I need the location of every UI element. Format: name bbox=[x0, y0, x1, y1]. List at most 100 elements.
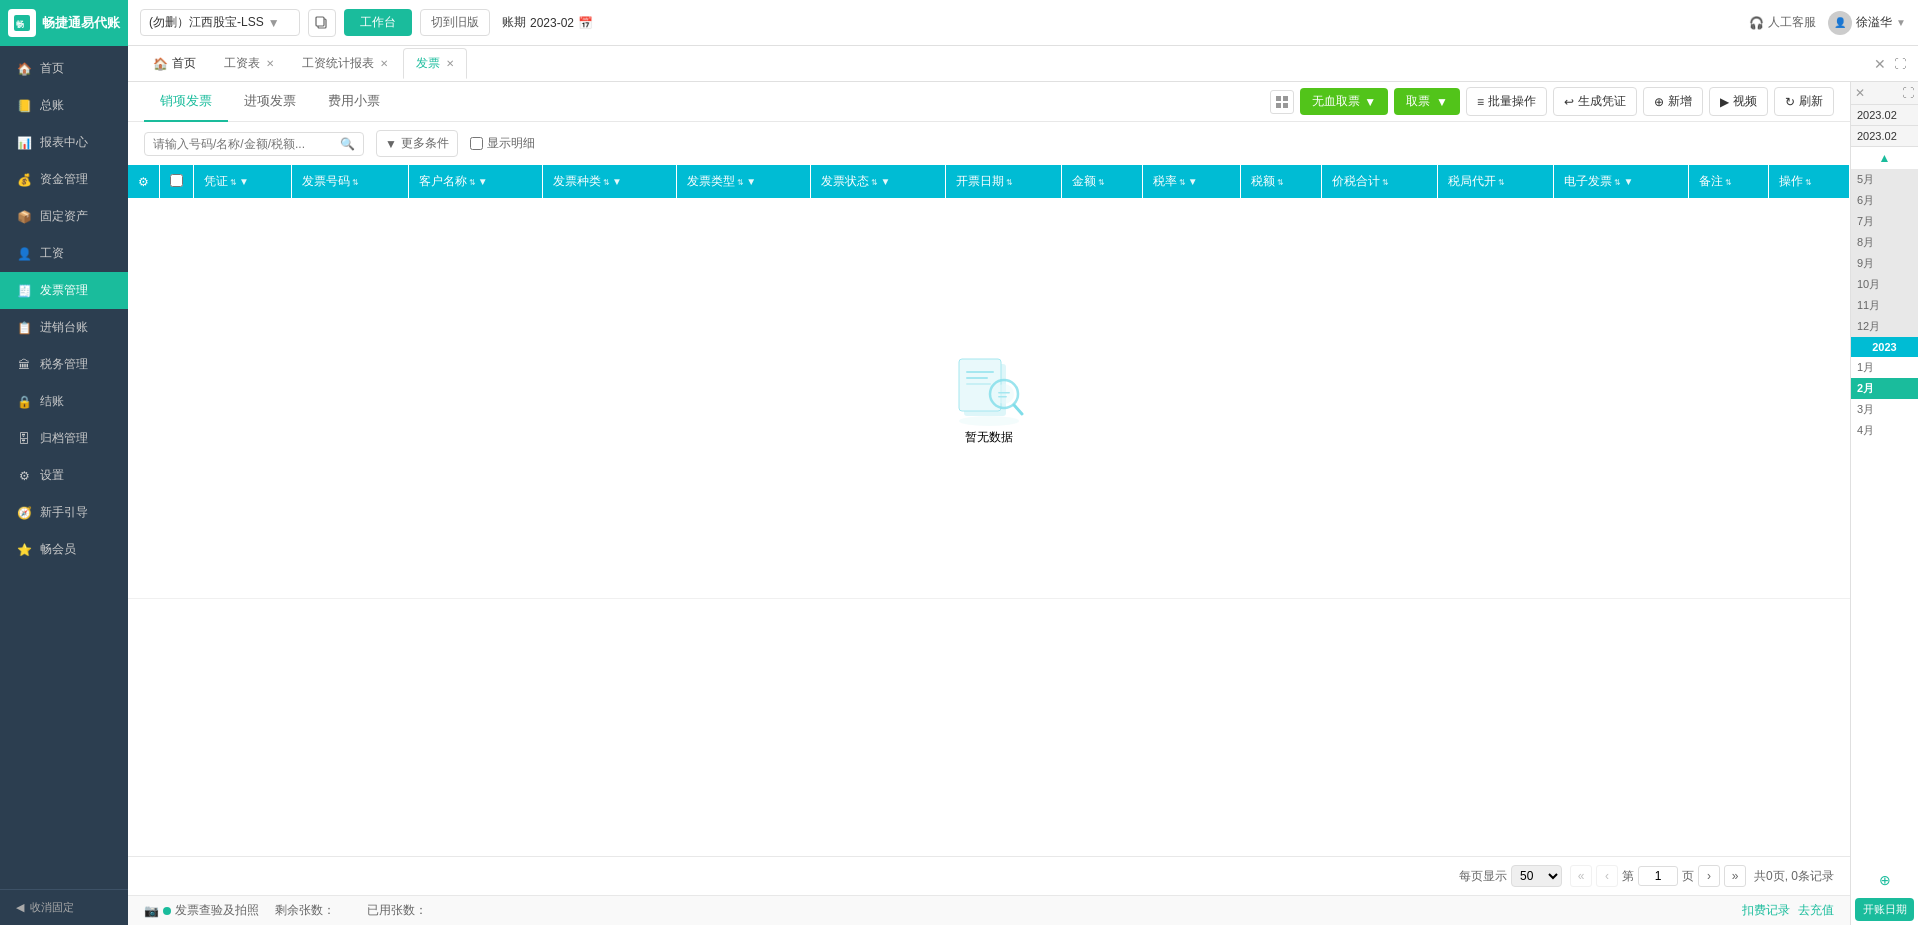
gen-voucher-button[interactable]: ↩ 生成凭证 bbox=[1553, 87, 1637, 116]
sort-icon[interactable]: ⇅ bbox=[1725, 178, 1732, 187]
copy-button[interactable] bbox=[308, 9, 336, 37]
close-tab-icon[interactable]: ✕ bbox=[380, 58, 388, 69]
open-period-button[interactable]: 开账日期 bbox=[1855, 898, 1914, 921]
search-icon[interactable]: 🔍 bbox=[340, 137, 355, 151]
filter-icon[interactable]: ▼ bbox=[746, 176, 756, 187]
tab-salary-stats[interactable]: 工资统计报表 ✕ bbox=[289, 48, 401, 79]
sort-icon[interactable]: ⇅ bbox=[871, 178, 878, 187]
new-button[interactable]: ⊕ 新增 bbox=[1643, 87, 1703, 116]
per-page-select[interactable]: 50 20 100 bbox=[1511, 865, 1562, 887]
sidebar-item-salary[interactable]: 👤 工资 bbox=[0, 235, 128, 272]
company-selector[interactable]: (勿删）江西股宝-LSS ▼ bbox=[140, 9, 300, 36]
sub-tab-purchase[interactable]: 进项发票 bbox=[228, 82, 312, 122]
sort-icon[interactable]: ⇅ bbox=[469, 178, 476, 187]
filter-button[interactable]: ▼ 更多条件 bbox=[376, 130, 458, 157]
old-version-button[interactable]: 切到旧版 bbox=[420, 9, 490, 36]
month-12[interactable]: 12月 bbox=[1851, 316, 1918, 337]
month-9[interactable]: 9月 bbox=[1851, 253, 1918, 274]
show-detail-checkbox[interactable] bbox=[470, 137, 483, 150]
month-6[interactable]: 6月 bbox=[1851, 190, 1918, 211]
sidebar-item-archive[interactable]: 🗄 归档管理 bbox=[0, 420, 128, 457]
sidebar-item-sales-ledger[interactable]: 📋 进销台账 bbox=[0, 309, 128, 346]
page-input[interactable] bbox=[1638, 866, 1678, 886]
batch-op-button[interactable]: ≡ 批量操作 bbox=[1466, 87, 1547, 116]
prev-page-button[interactable]: ‹ bbox=[1596, 865, 1618, 887]
col-settings[interactable]: ⚙ bbox=[128, 165, 160, 198]
sort-icon[interactable]: ⇅ bbox=[352, 178, 359, 187]
expand-icon[interactable]: ⛶ bbox=[1894, 57, 1906, 71]
sidebar-item-member[interactable]: ⭐ 畅会员 bbox=[0, 531, 128, 568]
calendar-icon[interactable]: 📅 bbox=[578, 16, 593, 30]
month-8[interactable]: 8月 bbox=[1851, 232, 1918, 253]
sort-icon[interactable]: ⇅ bbox=[1805, 178, 1812, 187]
sidebar-item-home[interactable]: 🏠 首页 bbox=[0, 50, 128, 87]
sidebar-item-closing[interactable]: 🔒 结账 bbox=[0, 383, 128, 420]
show-detail-toggle[interactable]: 显示明细 bbox=[470, 135, 535, 152]
filter-icon[interactable]: ▼ bbox=[1188, 176, 1198, 187]
filter-icon[interactable]: ▼ bbox=[880, 176, 890, 187]
close-all-icon[interactable]: ✕ bbox=[1874, 56, 1886, 72]
sort-icon[interactable]: ⇅ bbox=[1098, 178, 1105, 187]
sort-icon[interactable]: ⇅ bbox=[1614, 178, 1621, 187]
sort-icon[interactable]: ⇅ bbox=[1382, 178, 1389, 187]
month-2023-4[interactable]: 4月 bbox=[1851, 420, 1918, 441]
sort-icon[interactable]: ⇅ bbox=[603, 178, 610, 187]
sort-icon[interactable]: ⇅ bbox=[1006, 178, 1013, 187]
month-2023-2[interactable]: 2月 bbox=[1851, 378, 1918, 399]
sidebar-item-invoice-mgmt[interactable]: 🧾 发票管理 bbox=[0, 272, 128, 309]
refresh-button[interactable]: ↻ 刷新 bbox=[1774, 87, 1834, 116]
sidebar-item-ledger[interactable]: 📒 总账 bbox=[0, 87, 128, 124]
month-2023-3[interactable]: 3月 bbox=[1851, 399, 1918, 420]
search-field[interactable]: 🔍 bbox=[144, 132, 364, 156]
take-button[interactable]: 取票 ▼ bbox=[1394, 88, 1460, 115]
last-page-button[interactable]: » bbox=[1724, 865, 1746, 887]
close-tab-icon[interactable]: ✕ bbox=[266, 58, 274, 69]
first-page-button[interactable]: « bbox=[1570, 865, 1592, 887]
filter-icon[interactable]: ▼ bbox=[612, 176, 622, 187]
sort-icon[interactable]: ⇅ bbox=[1277, 178, 1284, 187]
sidebar-item-assets[interactable]: 📦 固定资产 bbox=[0, 198, 128, 235]
sort-icon[interactable]: ⇅ bbox=[737, 178, 744, 187]
month-5[interactable]: 5月 bbox=[1851, 169, 1918, 190]
sort-icon[interactable]: ⇅ bbox=[230, 178, 237, 187]
recharge-link[interactable]: 去充值 bbox=[1798, 902, 1834, 919]
close-tab-icon[interactable]: ✕ bbox=[446, 58, 454, 69]
date-panel-close-icon[interactable]: ✕ bbox=[1855, 86, 1865, 100]
search-input[interactable] bbox=[153, 137, 336, 151]
select-all-checkbox[interactable] bbox=[170, 174, 183, 187]
month-2023-1[interactable]: 1月 bbox=[1851, 357, 1918, 378]
sidebar-item-settings[interactable]: ⚙ 设置 bbox=[0, 457, 128, 494]
tab-invoice[interactable]: 发票 ✕ bbox=[403, 48, 467, 79]
filter-icon[interactable]: ▼ bbox=[1623, 176, 1633, 187]
video-button[interactable]: ▶ 视频 bbox=[1709, 87, 1768, 116]
date-scroll-down-btn[interactable]: ⊕ bbox=[1851, 866, 1918, 894]
sidebar-item-guide[interactable]: 🧭 新手引导 bbox=[0, 494, 128, 531]
filter-icon[interactable]: ▼ bbox=[239, 176, 249, 187]
sidebar-item-tax[interactable]: 🏛 税务管理 bbox=[0, 346, 128, 383]
tab-home[interactable]: 🏠 首页 bbox=[140, 48, 209, 79]
date-recent-1[interactable]: 2023.02 bbox=[1851, 105, 1918, 126]
sub-tab-sales[interactable]: 销项发票 bbox=[144, 82, 228, 122]
sub-tab-expense[interactable]: 费用小票 bbox=[312, 82, 396, 122]
date-recent-2[interactable]: 2023.02 bbox=[1851, 126, 1918, 147]
user-service-btn[interactable]: 🎧 人工客服 bbox=[1749, 14, 1816, 31]
filter-icon[interactable]: ▼ bbox=[478, 176, 488, 187]
sort-icon[interactable]: ⇅ bbox=[1498, 178, 1505, 187]
sidebar-item-reports[interactable]: 📊 报表中心 bbox=[0, 124, 128, 161]
month-10[interactable]: 10月 bbox=[1851, 274, 1918, 295]
user-name-btn[interactable]: 👤 徐溢华 ▼ bbox=[1828, 11, 1906, 35]
col-checkbox[interactable] bbox=[160, 165, 194, 198]
deduct-record-link[interactable]: 扣费记录 bbox=[1742, 902, 1790, 919]
sort-icon[interactable]: ⇅ bbox=[1179, 178, 1186, 187]
sidebar-collapse-btn[interactable]: ◀ 收消固定 bbox=[0, 889, 128, 925]
month-11[interactable]: 11月 bbox=[1851, 295, 1918, 316]
date-scroll-up-btn[interactable]: ▲ bbox=[1851, 147, 1918, 169]
grid-view-icon[interactable] bbox=[1270, 90, 1294, 114]
date-panel-expand-icon[interactable]: ⛶ bbox=[1902, 86, 1914, 100]
next-page-button[interactable]: › bbox=[1698, 865, 1720, 887]
tab-salary[interactable]: 工资表 ✕ bbox=[211, 48, 287, 79]
sidebar-item-fund[interactable]: 💰 资金管理 bbox=[0, 161, 128, 198]
month-7[interactable]: 7月 bbox=[1851, 211, 1918, 232]
workspace-button[interactable]: 工作台 bbox=[344, 9, 412, 36]
no-tax-button[interactable]: 无血取票 ▼ bbox=[1300, 88, 1388, 115]
